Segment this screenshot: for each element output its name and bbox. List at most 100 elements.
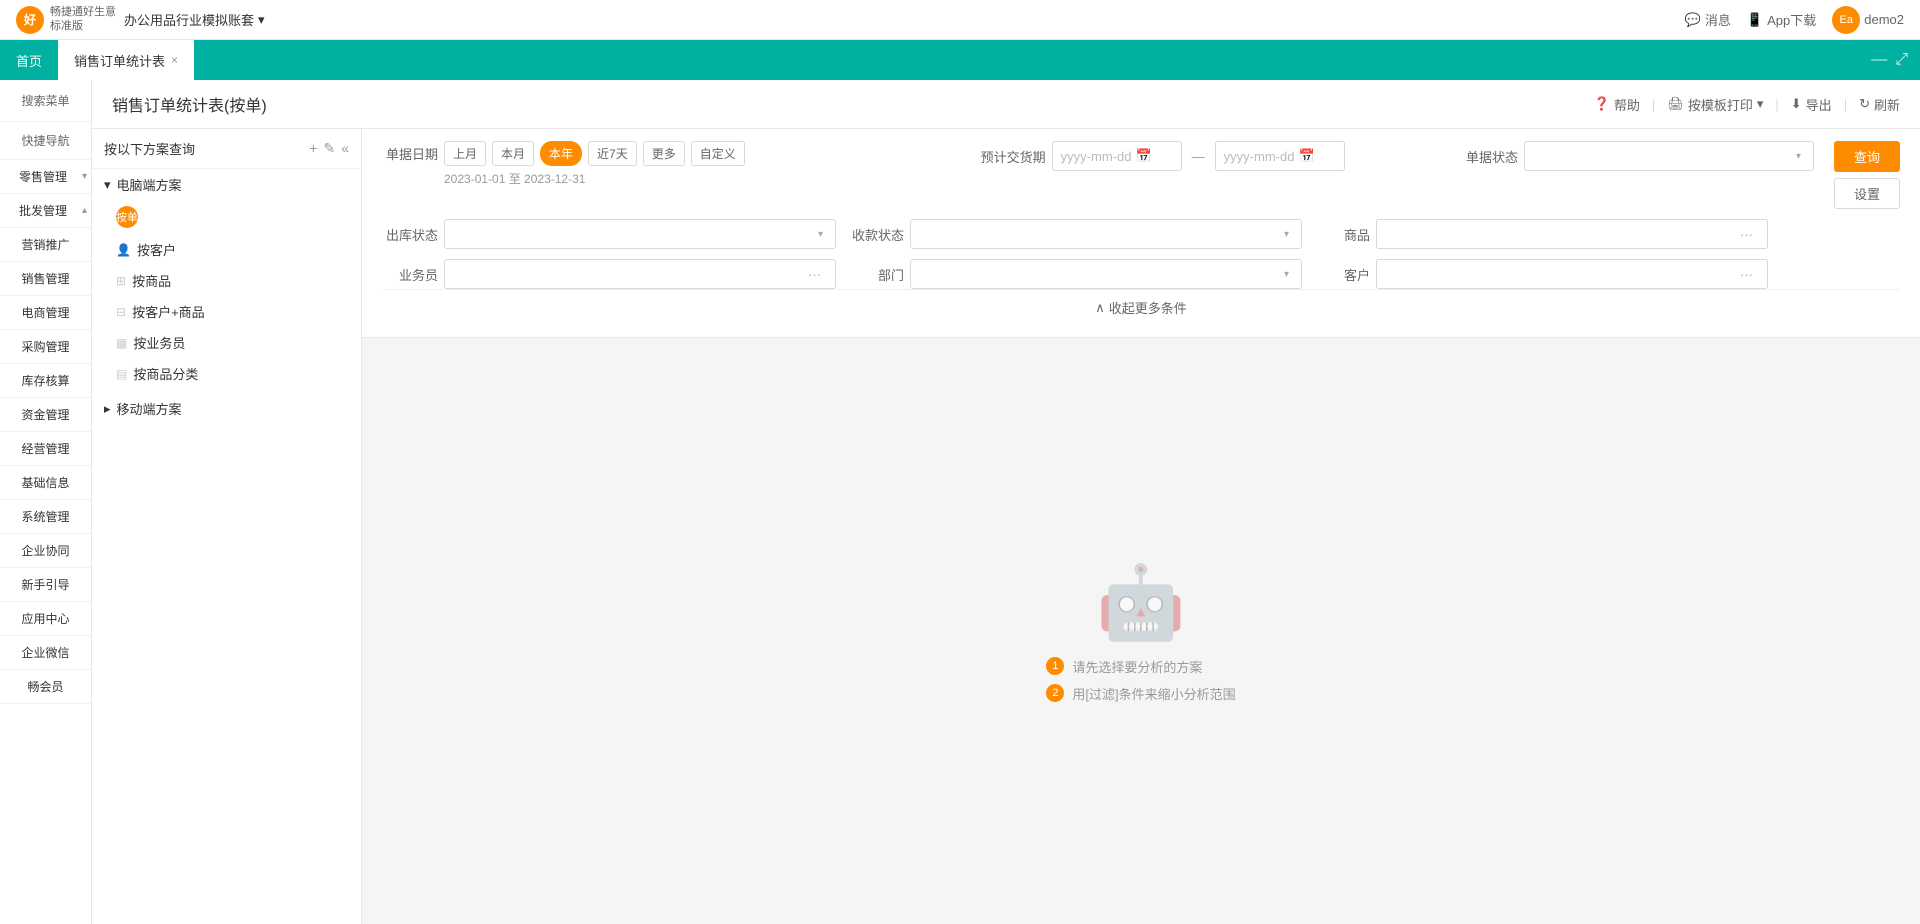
sidebar-item-retail[interactable]: 零售管理 ▾ <box>0 160 91 194</box>
chevron-down-icon: ▾ <box>1792 151 1805 162</box>
tree-item-by-salesman[interactable]: ▦ 按业务员 <box>92 327 361 358</box>
sidebar-item-sales[interactable]: 销售管理 <box>0 262 91 296</box>
maximize-window-button[interactable]: ⤢ <box>1895 51 1908 69</box>
salesman-label: 业务员 <box>382 265 438 284</box>
tree-item-by-category[interactable]: ▤ 按商品分类 <box>92 358 361 389</box>
sidebar-shortcut[interactable]: 快捷导航 <box>0 122 91 160</box>
tab-home[interactable]: 首页 <box>0 40 58 80</box>
empty-tip-2: 2 用[过滤]条件来缩小分析范围 <box>1046 684 1235 703</box>
empty-state: 🤖 1 请先选择要分析的方案 2 用[过滤]条件来缩小分析范围 <box>362 338 1920 924</box>
last-month-btn[interactable]: 上月 <box>444 141 486 166</box>
logo-area: 好 畅捷通好生意 标准版 <box>16 6 116 34</box>
user-menu[interactable]: Ea demo2 <box>1832 6 1904 34</box>
department-select[interactable]: ▾ <box>910 259 1302 289</box>
sidebar-item-finance[interactable]: 资金管理 <box>0 398 91 432</box>
expected-date-label: 预计交货期 <box>981 147 1046 166</box>
nav-tabs: 首页 销售订单统计表 × — ⤢ <box>0 40 1920 80</box>
tree-expand-icon: ▾ <box>104 177 111 193</box>
product-select[interactable]: ··· <box>1376 219 1768 249</box>
customer-select[interactable]: ··· <box>1376 259 1768 289</box>
filter-panel: 单据日期 上月 本月 本年 近7天 更多 自定义 2023-01-01 至 20… <box>362 129 1920 338</box>
calendar-icon2: 📅 <box>1298 148 1314 164</box>
status-select[interactable]: ▾ <box>1524 141 1814 171</box>
sidebar-item-marketing[interactable]: 营销推广 <box>0 228 91 262</box>
ellipsis-icon: ··· <box>1734 227 1759 242</box>
product-icon: ⊞ <box>116 274 126 288</box>
bar-chart-icon: ▦ <box>116 336 127 350</box>
minimize-window-button[interactable]: — <box>1871 51 1887 69</box>
filter-date-row: 单据日期 上月 本月 本年 近7天 更多 自定义 <box>382 141 969 166</box>
export-icon: ⬇ <box>1791 96 1802 112</box>
export-button[interactable]: ⬇ 导出 <box>1791 95 1832 114</box>
sidebar-item-wechat[interactable]: 企业微信 <box>0 636 91 670</box>
sidebar-item-system[interactable]: 系统管理 <box>0 500 91 534</box>
tree-item-by-customer[interactable]: 👤 按客户 <box>92 234 361 265</box>
settings-button[interactable]: 设置 <box>1834 178 1900 209</box>
content: 销售订单统计表(按单) ❓ 帮助 | 🖨 按模板打印 ▾ | ⬇ 导出 | <box>92 80 1920 924</box>
sidebar-item-wholesale[interactable]: 批发管理 ▴ <box>0 194 91 228</box>
search-menu-label[interactable]: 搜索菜单 <box>8 88 83 113</box>
expected-date-from-input[interactable]: yyyy-mm-dd 📅 <box>1052 141 1182 171</box>
payment-status-select[interactable]: ▾ <box>910 219 1302 249</box>
this-month-btn[interactable]: 本月 <box>492 141 534 166</box>
page-header-actions: ❓ 帮助 | 🖨 按模板打印 ▾ | ⬇ 导出 | ↻ 刷新 <box>1594 95 1900 126</box>
tree-item-by-order[interactable]: 按单 <box>92 200 361 234</box>
tree-section-pc[interactable]: ▾ 电脑端方案 <box>92 169 361 200</box>
calendar-icon: 📅 <box>1135 148 1151 164</box>
left-panel-icons: + ✎ « <box>309 140 349 157</box>
sidebar-item-inventory[interactable]: 库存核算 <box>0 364 91 398</box>
message-icon: 💬 <box>1685 12 1701 28</box>
collapse-up-icon: ∧ <box>1095 300 1105 316</box>
filter-date-block: 单据日期 上月 本月 本年 近7天 更多 自定义 2023-01-01 至 20… <box>382 141 969 187</box>
status-label: 单据状态 <box>1462 147 1518 166</box>
ship-status-select[interactable]: ▾ <box>444 219 836 249</box>
chevron-down-icon: ▾ <box>1280 269 1293 280</box>
add-scheme-icon[interactable]: + <box>309 140 317 157</box>
help-button[interactable]: ❓ 帮助 <box>1594 95 1640 114</box>
tree-item-by-product[interactable]: ⊞ 按商品 <box>92 265 361 296</box>
sidebar-item-ecommerce[interactable]: 电商管理 <box>0 296 91 330</box>
messages-button[interactable]: 💬 消息 <box>1685 10 1731 29</box>
query-button[interactable]: 查询 <box>1834 141 1900 172</box>
last7-btn[interactable]: 近7天 <box>588 141 637 166</box>
tree-expand-icon: ▸ <box>104 401 111 417</box>
top-bar-right: 💬 消息 📱 App下载 Ea demo2 <box>1685 6 1904 34</box>
sidebar-item-operations[interactable]: 经营管理 <box>0 432 91 466</box>
nav-tab-actions: — ⤢ <box>1871 51 1920 69</box>
tab-sales-order-stats[interactable]: 销售订单统计表 × <box>58 40 194 80</box>
collapse-bar[interactable]: ∧ 收起更多条件 <box>382 289 1900 325</box>
refresh-button[interactable]: ↻ 刷新 <box>1859 95 1900 114</box>
salesman-select[interactable]: ··· <box>444 259 836 289</box>
print-icon: 🖨 <box>1667 96 1684 112</box>
this-year-btn[interactable]: 本年 <box>540 141 582 166</box>
sidebar-item-member[interactable]: 畅会员 <box>0 670 91 704</box>
tree-section-mobile[interactable]: ▸ 移动端方案 <box>92 393 361 424</box>
sidebar-item-basic-info[interactable]: 基础信息 <box>0 466 91 500</box>
system-selector[interactable]: 办公用品行业模拟账套 ▾ <box>124 10 265 29</box>
left-panel-header: 按以下方案查询 + ✎ « <box>92 129 361 169</box>
refresh-icon: ↻ <box>1859 96 1870 112</box>
avatar: Ea <box>1832 6 1860 34</box>
sidebar-item-enterprise[interactable]: 企业协同 <box>0 534 91 568</box>
app-download-button[interactable]: 📱 App下载 <box>1747 10 1816 29</box>
date-label: 单据日期 <box>382 144 438 163</box>
tree-item-by-customer-product[interactable]: ⊟ 按客户+商品 <box>92 296 361 327</box>
product-grid-icon: ⊟ <box>116 305 126 319</box>
close-tab-icon[interactable]: × <box>171 53 178 67</box>
template-print-button[interactable]: 🖨 按模板打印 ▾ <box>1667 95 1763 114</box>
filter-department-block: 部门 ▾ <box>848 259 1302 289</box>
collapse-panel-icon[interactable]: « <box>341 140 349 157</box>
shortcut-nav-label[interactable]: 快捷导航 <box>8 128 83 153</box>
expected-date-to-input[interactable]: yyyy-mm-dd 📅 <box>1215 141 1345 171</box>
custom-btn[interactable]: 自定义 <box>691 141 745 166</box>
sidebar-search[interactable]: 搜索菜单 <box>0 80 91 122</box>
chevron-down-icon: ▾ <box>814 229 827 240</box>
sidebar-item-purchase[interactable]: 采购管理 <box>0 330 91 364</box>
action-buttons: 查询 设置 <box>1834 141 1900 209</box>
empty-tip-1: 1 请先选择要分析的方案 <box>1046 657 1235 676</box>
department-label: 部门 <box>848 265 904 284</box>
sidebar-item-apps[interactable]: 应用中心 <box>0 602 91 636</box>
edit-scheme-icon[interactable]: ✎ <box>323 140 335 157</box>
sidebar-item-guide[interactable]: 新手引导 <box>0 568 91 602</box>
more-btn[interactable]: 更多 <box>643 141 685 166</box>
